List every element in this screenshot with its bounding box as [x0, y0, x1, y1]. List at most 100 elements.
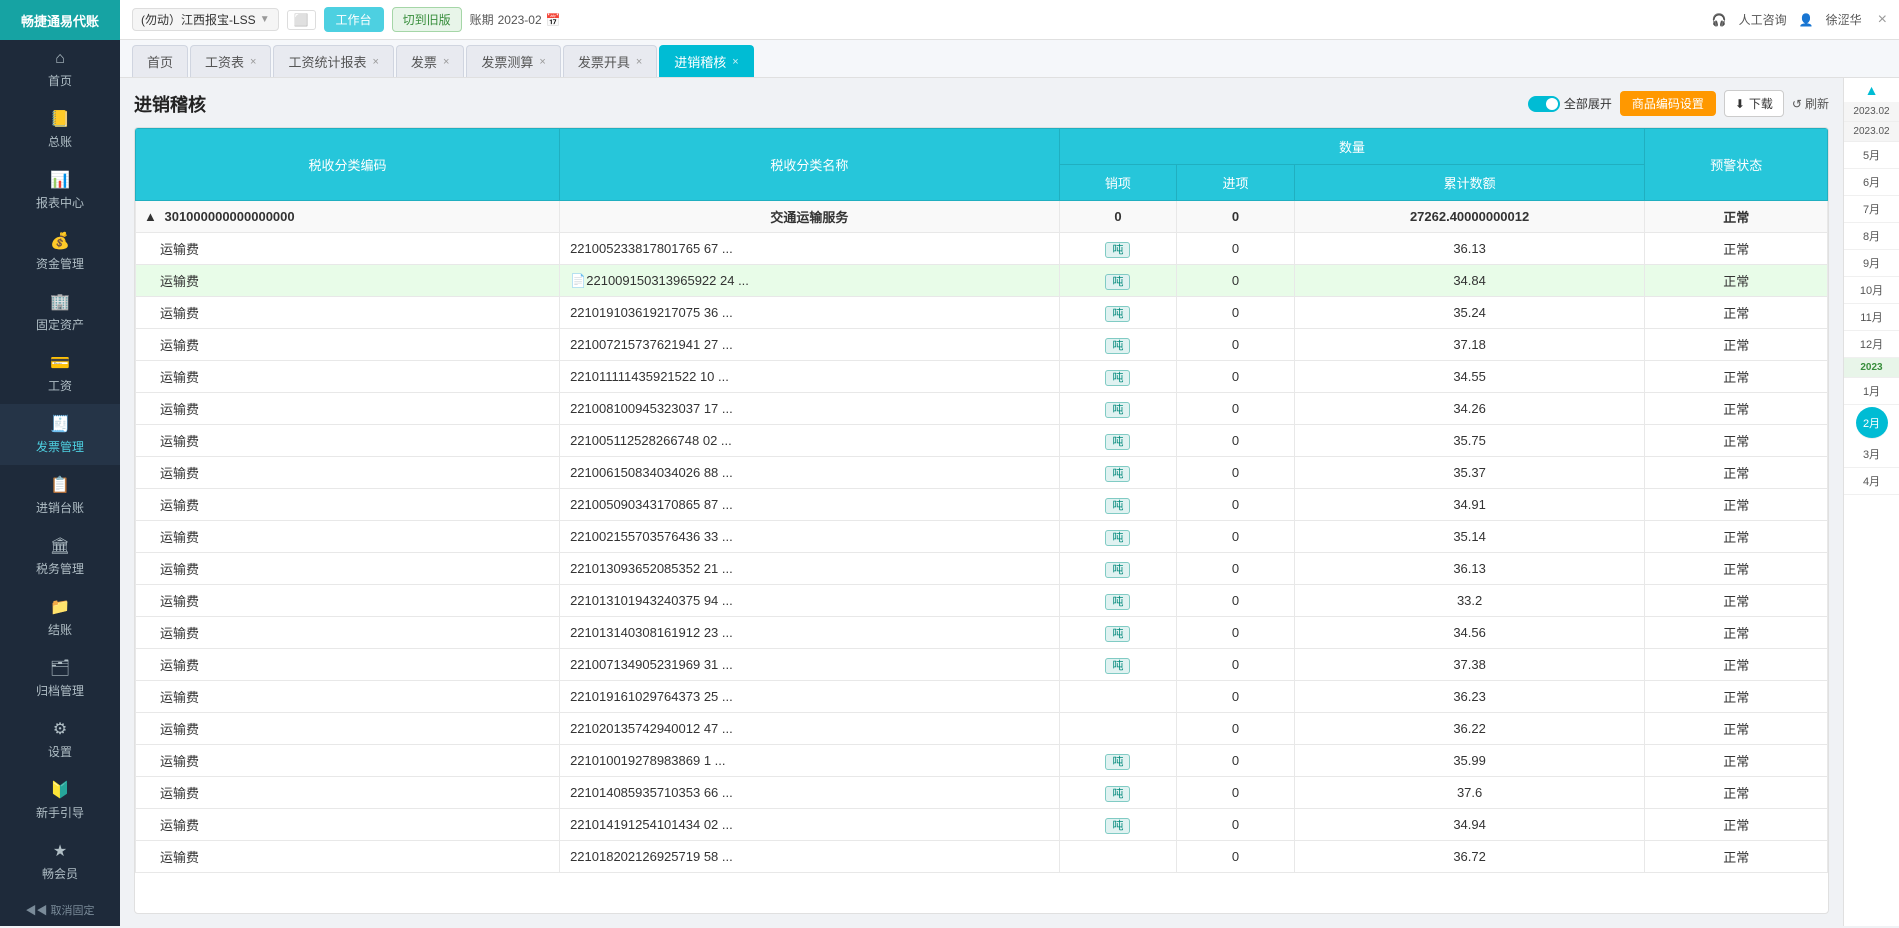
refresh-button[interactable]: ↺ 刷新 [1792, 95, 1829, 112]
nav-up-arrow[interactable]: ▲ [1844, 78, 1899, 102]
table-row[interactable]: 运输费 221002155703576436 33 ... 吨 0 35.14 … [136, 521, 1828, 553]
month-12[interactable]: 12月 [1844, 331, 1899, 358]
page-title: 进销稽核 [134, 91, 206, 117]
table-row[interactable]: 运输费 221007134905231969 31 ... 吨 0 37.38 … [136, 649, 1828, 681]
sidebar-item-payroll[interactable]: 💳 工资 [0, 343, 120, 404]
tab-invoice-close[interactable]: × [443, 56, 449, 68]
month-6[interactable]: 6月 [1844, 169, 1899, 196]
close-icon[interactable]: × [1878, 11, 1887, 29]
cell-status: 正常 [1645, 457, 1828, 489]
sidebar-item-funds[interactable]: 💰 资金管理 [0, 221, 120, 282]
cell-invoice-code: 221005112528266748 02 ... [560, 425, 1060, 457]
tab-sales-check-close[interactable]: × [732, 56, 738, 68]
table-row[interactable]: 运输费 221013140308161912 23 ... 吨 0 34.56 … [136, 617, 1828, 649]
month-2-active[interactable]: 2月 [1856, 407, 1888, 439]
month-4[interactable]: 4月 [1844, 468, 1899, 495]
table-row[interactable]: 运输费 221019161029764373 25 ... 0 36.23 正常 [136, 681, 1828, 713]
sidebar-item-label: 结账 [48, 621, 72, 638]
tab-payroll[interactable]: 工资表 × [190, 45, 271, 77]
right-panel: ▲ 2023.02 2023.02 5月 6月 7月 8月 9月 10月 11月… [1843, 78, 1899, 926]
setting-button[interactable]: 商品编码设置 [1620, 91, 1716, 116]
cell-tag: 吨 [1059, 617, 1177, 649]
sidebar-item-label: 税务管理 [36, 560, 84, 577]
cell-status: 正常 [1645, 393, 1828, 425]
sidebar-item-reports[interactable]: 📊 报表中心 [0, 160, 120, 221]
tab-payroll-stats[interactable]: 工资统计报表 × [273, 45, 393, 77]
table-row[interactable]: 运输费 221007215737621941 27 ... 吨 0 37.18 … [136, 329, 1828, 361]
table-row[interactable]: 运输费 221013101943240375 94 ... 吨 0 33.2 正… [136, 585, 1828, 617]
cell-invoice-code: 221019161029764373 25 ... [560, 681, 1060, 713]
sidebar-item-archive[interactable]: 🗂 归档管理 [0, 648, 120, 709]
table-row[interactable]: 运输费 221005233817801765 67 ... 吨 0 36.13 … [136, 233, 1828, 265]
sidebar-item-label: 畅会员 [42, 865, 78, 882]
copy-button[interactable]: ⬜ [287, 10, 316, 30]
tab-sales-check[interactable]: 进销稽核 × [659, 45, 753, 77]
table-row[interactable]: 运输费 221006150834034026 88 ... 吨 0 35.37 … [136, 457, 1828, 489]
toggle-expand[interactable]: 全部展开 [1528, 95, 1612, 112]
table-row[interactable]: 运输费 221020135742940012 47 ... 0 36.22 正常 [136, 713, 1828, 745]
month-9[interactable]: 9月 [1844, 250, 1899, 277]
cell-cumulative: 37.38 [1294, 649, 1645, 681]
month-8[interactable]: 8月 [1844, 223, 1899, 250]
tabbar: 首页 工资表 × 工资统计报表 × 发票 × 发票测算 × 发票开具 × 进销稽… [120, 40, 1899, 78]
tab-invoice-open[interactable]: 发票开具 × [563, 45, 657, 77]
tab-payroll-stats-close[interactable]: × [372, 56, 378, 68]
cell-sale: 0 [1177, 777, 1295, 809]
month-5[interactable]: 5月 [1844, 142, 1899, 169]
qty-tag: 吨 [1105, 274, 1130, 290]
table-row[interactable]: 运输费 221019103619217075 36 ... 吨 0 35.24 … [136, 297, 1828, 329]
table-row[interactable]: 运输费 221008100945323037 17 ... 吨 0 34.26 … [136, 393, 1828, 425]
support-label[interactable]: 人工咨询 [1739, 11, 1787, 28]
sidebar-item-settlement[interactable]: 📁 结账 [0, 587, 120, 648]
toggle-switch[interactable] [1528, 96, 1560, 112]
app-logo: 畅捷通易代账 [0, 0, 120, 40]
cell-status: 正常 [1645, 585, 1828, 617]
sidebar-item-invoices[interactable]: 🧾 发票管理 [0, 404, 120, 465]
table-row[interactable]: 运输费 221010019278983869 1 ... 吨 0 35.99 正… [136, 745, 1828, 777]
cell-sale: 0 [1177, 553, 1295, 585]
table-row[interactable]: 运输费 221011111435921522 10 ... 吨 0 34.55 … [136, 361, 1828, 393]
workspace-button[interactable]: 工作台 [324, 7, 384, 32]
cell-invoice-code: 221007134905231969 31 ... [560, 649, 1060, 681]
month-7[interactable]: 7月 [1844, 196, 1899, 223]
sidebar-item-home[interactable]: ⌂ 首页 [0, 40, 120, 99]
switch-version-button[interactable]: 切到旧版 [392, 7, 462, 32]
sidebar-item-label: 进销台账 [36, 499, 84, 516]
cell-sale: 0 [1177, 425, 1295, 457]
sidebar-item-purchase[interactable]: 📋 进销台账 [0, 465, 120, 526]
tab-invoice[interactable]: 发票 × [396, 45, 464, 77]
sidebar-item-settings[interactable]: ⚙ 设置 [0, 709, 120, 770]
cell-invoice-code: 221007215737621941 27 ... [560, 329, 1060, 361]
expand-icon[interactable]: ▲ [144, 209, 157, 224]
table-row[interactable]: ▲ 301000000000000000 交通运输服务 0 0 27262.40… [136, 201, 1828, 233]
table-row[interactable]: 运输费 📄221009150313965922 24 ... 吨 0 34.84… [136, 265, 1828, 297]
tab-payroll-close[interactable]: × [250, 56, 256, 68]
download-button[interactable]: ⬇ 下载 [1724, 90, 1784, 117]
cell-status: 正常 [1645, 329, 1828, 361]
home-icon: ⌂ [55, 50, 65, 68]
tab-home[interactable]: 首页 [132, 45, 188, 77]
sidebar-item-member[interactable]: ★ 畅会员 [0, 831, 120, 892]
month-1[interactable]: 1月 [1844, 378, 1899, 405]
table-row[interactable]: 运输费 221014191254101434 02 ... 吨 0 34.94 … [136, 809, 1828, 841]
tab-invoice-calc[interactable]: 发票测算 × [466, 45, 560, 77]
cell-sale: 0 [1177, 809, 1295, 841]
sidebar-item-assets[interactable]: 🏢 固定资产 [0, 282, 120, 343]
table-row[interactable]: 运输费 221013093652085352 21 ... 吨 0 36.13 … [136, 553, 1828, 585]
month-10[interactable]: 10月 [1844, 277, 1899, 304]
table-row[interactable]: 运输费 221018202126925719 58 ... 0 36.72 正常 [136, 841, 1828, 873]
table-row[interactable]: 运输费 221014085935710353 66 ... 吨 0 37.6 正… [136, 777, 1828, 809]
sidebar-item-guide[interactable]: 🔰 新手引导 [0, 770, 120, 831]
tab-invoice-calc-close[interactable]: × [539, 56, 545, 68]
sidebar-unpin[interactable]: ◀◀ 取消固定 [0, 892, 120, 928]
table-row[interactable]: 运输费 221005090343170865 87 ... 吨 0 34.91 … [136, 489, 1828, 521]
month-3[interactable]: 3月 [1844, 441, 1899, 468]
tab-invoice-open-close[interactable]: × [636, 56, 642, 68]
sidebar-item-ledger[interactable]: 📒 总账 [0, 99, 120, 160]
cell-invoice-code: 221008100945323037 17 ... [560, 393, 1060, 425]
cell-sale: 0 [1177, 361, 1295, 393]
table-row[interactable]: 运输费 221005112528266748 02 ... 吨 0 35.75 … [136, 425, 1828, 457]
month-11[interactable]: 11月 [1844, 304, 1899, 331]
company-selector[interactable]: (勿动）江西报宝-LSS ▼ [132, 8, 279, 31]
sidebar-item-tax[interactable]: 🏛 税务管理 [0, 526, 120, 587]
